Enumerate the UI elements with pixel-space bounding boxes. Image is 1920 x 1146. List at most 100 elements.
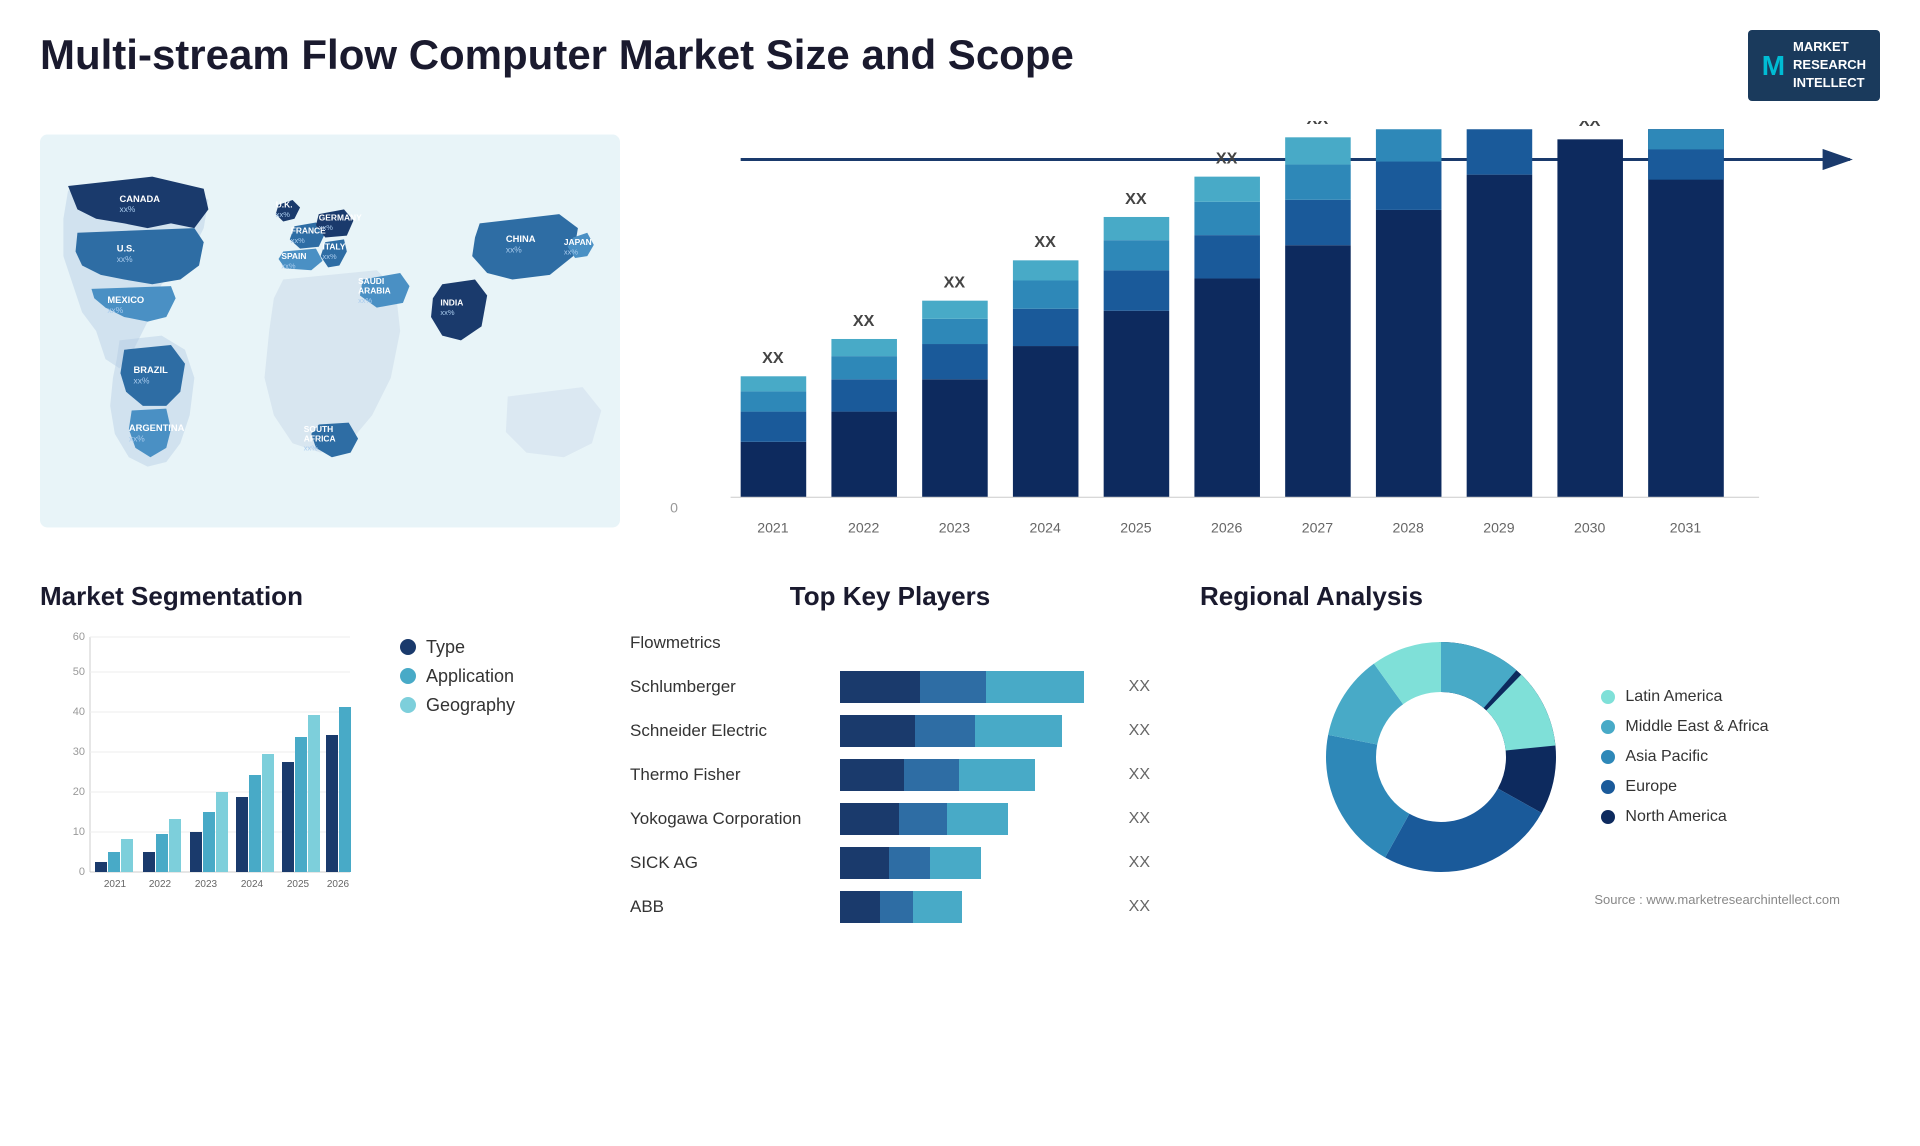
svg-text:AFRICA: AFRICA [304,433,336,443]
player-row-thermo: Thermo Fisher XX [630,759,1150,791]
svg-text:JAPAN: JAPAN [564,236,592,246]
legend-asia-pacific: Asia Pacific [1601,748,1768,766]
svg-text:CANADA: CANADA [120,193,161,203]
svg-text:2027: 2027 [1302,519,1334,535]
bar-2024: XX 2024 [1013,233,1079,535]
svg-text:2026: 2026 [327,879,350,890]
svg-text:xx%: xx% [107,305,123,315]
donut-chart [1311,627,1571,887]
type-label: Type [426,637,465,658]
player-name-yokogawa: Yokogawa Corporation [630,809,830,829]
svg-text:0: 0 [670,499,678,515]
players-title: Top Key Players [630,581,1150,612]
svg-text:60: 60 [73,631,85,643]
svg-text:xx%: xx% [358,295,372,304]
svg-text:xx%: xx% [291,236,305,245]
svg-text:CHINA: CHINA [506,234,536,244]
player-row-flowmetrics: Flowmetrics [630,627,1150,659]
svg-text:20: 20 [73,786,85,798]
legend-europe: Europe [1601,778,1768,796]
svg-text:MEXICO: MEXICO [107,294,144,304]
svg-text:xx%: xx% [319,223,333,232]
svg-text:2022: 2022 [149,879,172,890]
logo-line3: INTELLECT [1793,74,1866,92]
svg-text:XX: XX [1579,121,1601,130]
svg-text:xx%: xx% [129,433,145,443]
svg-text:2029: 2029 [1483,519,1515,535]
svg-text:2028: 2028 [1392,519,1424,535]
geography-label: Geography [426,695,515,716]
bar-2022: XX 2022 [831,311,897,535]
player-name-schlumberger: Schlumberger [630,677,830,697]
svg-text:2021: 2021 [757,519,789,535]
player-name-sickag: SICK AG [630,853,830,873]
svg-text:XX: XX [762,349,784,367]
legend-latin-america: Latin America [1601,688,1768,706]
svg-text:xx%: xx% [281,261,295,270]
svg-text:2030: 2030 [1574,519,1606,535]
player-xx-thermo: XX [1129,766,1150,784]
svg-text:XX: XX [1034,233,1056,251]
player-bar-schneider [840,715,1111,747]
bottom-grid: Market Segmentation 0 10 20 30 40 50 [0,571,1920,1111]
svg-text:2023: 2023 [195,879,218,890]
bar-2027: XX 2027 [1285,121,1351,536]
world-map: CANADA xx% U.S. xx% MEXICO xx% BRAZIL xx… [40,121,620,541]
page-title: Multi-stream Flow Computer Market Size a… [40,30,1074,80]
latin-america-label: Latin America [1625,688,1722,706]
svg-text:0: 0 [79,866,85,878]
bar-2023: XX 2023 [922,273,988,535]
bar-chart-section: 0 XX 2021 [640,111,1900,571]
logo-text: MARKET RESEARCH INTELLECT [1793,38,1866,93]
svg-text:XX: XX [1307,121,1329,128]
svg-text:2026: 2026 [1211,519,1243,535]
europe-label: Europe [1625,778,1677,796]
regional-title: Regional Analysis [1200,581,1880,612]
player-row-yokogawa: Yokogawa Corporation XX [630,803,1150,835]
svg-text:xx%: xx% [120,204,136,214]
player-name-schneider: Schneider Electric [630,721,830,741]
bar-2021: XX 2021 [741,349,807,535]
logo-line1: MARKET [1793,38,1866,56]
player-name-thermo: Thermo Fisher [630,765,830,785]
svg-text:2023: 2023 [939,519,971,535]
world-map-section: CANADA xx% U.S. xx% MEXICO xx% BRAZIL xx… [20,111,640,571]
svg-text:xx%: xx% [564,247,578,256]
svg-text:U.S.: U.S. [117,243,135,253]
seg-chart: 0 10 20 30 40 50 60 2021 [40,627,360,907]
middle-east-label: Middle East & Africa [1625,718,1768,736]
svg-text:xx%: xx% [440,308,454,317]
svg-text:SPAIN: SPAIN [281,251,306,261]
svg-text:XX: XX [853,311,875,329]
svg-text:40: 40 [73,706,85,718]
logo-line2: RESEARCH [1793,56,1866,74]
legend-geography: Geography [400,695,515,716]
application-label: Application [426,666,514,687]
growth-chart: 0 XX 2021 [660,121,1870,561]
player-xx-schlumberger: XX [1129,678,1150,696]
bar-2025: XX 2025 [1104,189,1170,535]
player-row-schneider: Schneider Electric XX [630,715,1150,747]
legend-application: Application [400,666,515,687]
player-name-abb: ABB [630,897,830,917]
type-dot [400,639,416,655]
svg-text:INDIA: INDIA [440,297,463,307]
svg-text:U.K.: U.K. [276,199,293,209]
player-xx-yokogawa: XX [1129,810,1150,828]
svg-text:ITALY: ITALY [323,241,346,251]
player-bar-schlumberger [840,671,1111,703]
north-america-dot [1601,810,1615,824]
logo: M MARKET RESEARCH INTELLECT [1748,30,1880,101]
player-row-abb: ABB XX [630,891,1150,923]
geography-dot [400,697,416,713]
source-text: Source : www.marketresearchintellect.com [1200,892,1880,907]
svg-text:ARABIA: ARABIA [358,285,391,295]
seg-legend: Type Application Geography [380,637,515,716]
player-row-schlumberger: Schlumberger XX [630,671,1150,703]
player-bar-abb [840,891,1111,923]
svg-text:2025: 2025 [287,879,310,890]
middle-east-dot [1601,720,1615,734]
player-xx-abb: XX [1129,898,1150,916]
player-bar-thermo [840,759,1111,791]
svg-text:XX: XX [1125,189,1147,207]
